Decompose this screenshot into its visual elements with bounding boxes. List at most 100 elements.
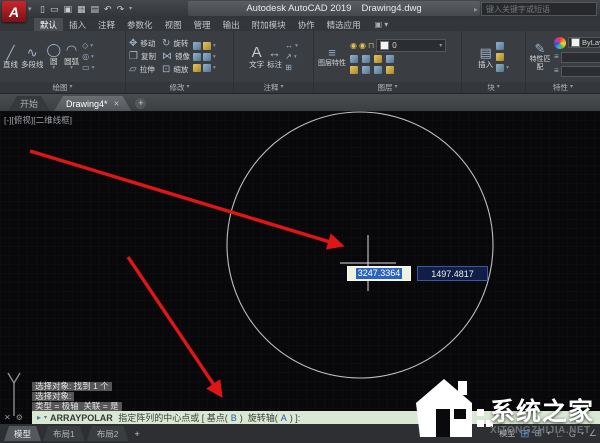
undo-icon[interactable]: ↶ [104, 1, 112, 17]
crosshair-cursor [340, 235, 396, 291]
match-properties-button[interactable]: ✎ 特性匹配 [529, 41, 551, 72]
file-tab-start[interactable]: 开始 [8, 96, 50, 111]
recent-commands-caret-icon[interactable]: ▾ [44, 414, 47, 421]
layer-prev-icon[interactable] [350, 66, 358, 74]
arc-tool-button[interactable]: ◠ 圆弧 ▾ [64, 42, 79, 71]
ribbon-tab-insert[interactable]: 插入 [63, 18, 92, 31]
rotate-tool-button[interactable]: ↻ 旋转 [162, 38, 190, 49]
linetype-dropdown[interactable] [561, 66, 600, 77]
file-tab-drawing4[interactable]: Drawing4* ✕ [54, 96, 131, 111]
panel-label-properties[interactable]: 特性 ▾ [526, 82, 600, 93]
table-button[interactable]: ⊞ [285, 64, 298, 72]
command-option-b[interactable]: B [231, 413, 237, 423]
panel-label-layers[interactable]: 图层 ▾ [314, 82, 461, 93]
redo-icon[interactable]: ↷ [117, 1, 125, 17]
panel-label-modify[interactable]: 修改 ▾ [126, 82, 233, 93]
dynamic-input-y-field[interactable]: 1497.4817 [417, 266, 488, 281]
dimension-tool-button[interactable]: ↔ 标注 [267, 45, 282, 69]
insert-block-button[interactable]: ▤ 插入 [478, 45, 493, 69]
circle-entity[interactable] [227, 112, 493, 378]
layout2-tab[interactable]: 布局2 [87, 426, 129, 441]
ribbon-tab-featured-apps[interactable]: 精选应用 [321, 18, 367, 31]
ribbon-tab-parametric[interactable]: 参数化 [121, 18, 159, 31]
circle-tool-button[interactable]: ◯ 圆 ▾ [47, 42, 62, 71]
plot-icon[interactable]: ▤ [91, 1, 100, 17]
model-tab[interactable]: 模型 [4, 426, 41, 441]
layer-match-icon[interactable] [386, 55, 394, 63]
layer-freeze2-icon[interactable] [374, 66, 382, 74]
object-color-dropdown[interactable]: ByLayer [568, 37, 600, 48]
layer-walk-icon[interactable] [362, 66, 370, 74]
block-attributes-icon[interactable] [496, 64, 504, 72]
layer-dropdown[interactable]: 0 ▾ [376, 39, 446, 52]
new-file-icon[interactable]: ▯ [40, 1, 45, 17]
layer-state-icon[interactable] [350, 55, 358, 63]
new-drawing-tab-button[interactable]: + [135, 98, 146, 109]
mirror-tool-button[interactable]: ⋈ 镜像 [162, 51, 190, 62]
ribbon-tab-addins[interactable]: 附加模块 [246, 18, 292, 31]
ribbon-tab-manage[interactable]: 管理 [188, 18, 217, 31]
ribbon-display-toggle[interactable]: ▣ ▾ [375, 18, 389, 31]
watermark-title: 系统之家 [490, 399, 594, 425]
arc-flyout-caret-icon[interactable]: ▾ [70, 66, 73, 71]
polygon-tool-button[interactable]: ◇ ▾ [82, 42, 94, 50]
layer-properties-button[interactable]: ≡ 图层特性 [317, 45, 347, 68]
scale-tool-button[interactable]: ⊡ 缩放 [162, 64, 190, 75]
lineweight-dropdown[interactable] [561, 52, 600, 63]
ellipse-tool-button[interactable]: ◎ ▾ [82, 53, 94, 61]
layer-lock-icon[interactable]: ⊓ [368, 42, 374, 50]
ribbon-tab-collaborate[interactable]: 协作 [292, 18, 321, 31]
create-block-icon[interactable] [496, 42, 504, 50]
save-icon[interactable]: ▣ [63, 1, 72, 17]
ribbon-tab-output[interactable]: 输出 [217, 18, 246, 31]
move-tool-button[interactable]: ✥ 移动 [129, 38, 156, 49]
polyline-tool-button[interactable]: ∿ 多段线 [21, 45, 44, 69]
stretch-tool-button[interactable]: ▱ 拉伸 [129, 64, 156, 75]
layout1-tab[interactable]: 布局1 [43, 426, 85, 441]
panel-label-block[interactable]: 块 ▾ [462, 82, 525, 93]
recent-commands-icon[interactable]: ▸ [37, 413, 41, 422]
ribbon-tab-home[interactable]: 默认 [34, 18, 63, 31]
array-tool-button[interactable]: ▾ [193, 53, 216, 61]
line-tool-button[interactable]: ╱ 直线 [3, 45, 18, 69]
autocad-logo-icon[interactable]: A [2, 1, 26, 22]
open-file-icon[interactable]: ▭ [50, 1, 59, 17]
command-customize-icon[interactable]: ⚙ [16, 413, 23, 422]
layer-isolate-icon[interactable] [362, 55, 370, 63]
ribbon-tab-view[interactable]: 视图 [159, 18, 188, 31]
qat-customize-caret-icon[interactable]: ▾ [129, 1, 132, 17]
erase-tool-button[interactable]: ▾ [193, 64, 216, 72]
search-go-icon[interactable]: ▸ [474, 5, 478, 14]
text-tool-button[interactable]: A 文字 [249, 45, 264, 69]
panel-label-draw[interactable]: 绘图 ▾ [0, 82, 125, 93]
close-tab-icon[interactable]: ✕ [114, 100, 120, 108]
panel-label-annotation[interactable]: 注释 ▾ [234, 82, 313, 93]
app-menu-caret-icon[interactable]: ▾ [28, 5, 32, 13]
trim-tool-button[interactable]: ▾ [193, 42, 216, 50]
layer-off-icon[interactable] [386, 66, 394, 74]
circle-flyout-caret-icon[interactable]: ▾ [52, 66, 55, 71]
color-wheel-icon[interactable] [554, 37, 566, 49]
watermark: 系统之家 XITONGZHIJIA.NET [414, 367, 600, 441]
quick-access-toolbar: ▯ ▭ ▣ ▦ ▤ ↶ ↷ ▾ [40, 1, 132, 17]
ribbon-tab-annotate[interactable]: 注释 [92, 18, 121, 31]
new-layout-button[interactable]: + [130, 429, 143, 439]
leader-icon: ↗ [285, 53, 292, 61]
rectangle-tool-button[interactable]: ▭ ▾ [82, 64, 94, 72]
help-search-input[interactable] [481, 2, 597, 16]
layer-freeze-icon[interactable]: ◉ [359, 42, 366, 50]
annotation-arrow-2 [128, 257, 220, 394]
command-option-a[interactable]: A [281, 413, 287, 423]
command-close-icon[interactable]: ✕ [4, 413, 11, 422]
layer-unisolate-icon[interactable] [374, 55, 382, 63]
dim-style-button[interactable]: ↔ ▾ [285, 42, 298, 50]
copy-tool-button[interactable]: ❐ 复制 [129, 51, 156, 62]
fillet-icon [203, 42, 211, 50]
edit-block-icon[interactable] [496, 53, 504, 61]
stretch-icon: ▱ [129, 65, 137, 75]
layer-on-icon[interactable]: ◉ [350, 42, 357, 50]
leader-button[interactable]: ↗ ▾ [285, 53, 298, 61]
dynamic-input-x-field[interactable]: 3247.3364 [347, 266, 411, 281]
viewport-controls-label[interactable]: [-][俯视][二维线框] [4, 114, 72, 126]
save-as-icon[interactable]: ▦ [77, 1, 86, 17]
